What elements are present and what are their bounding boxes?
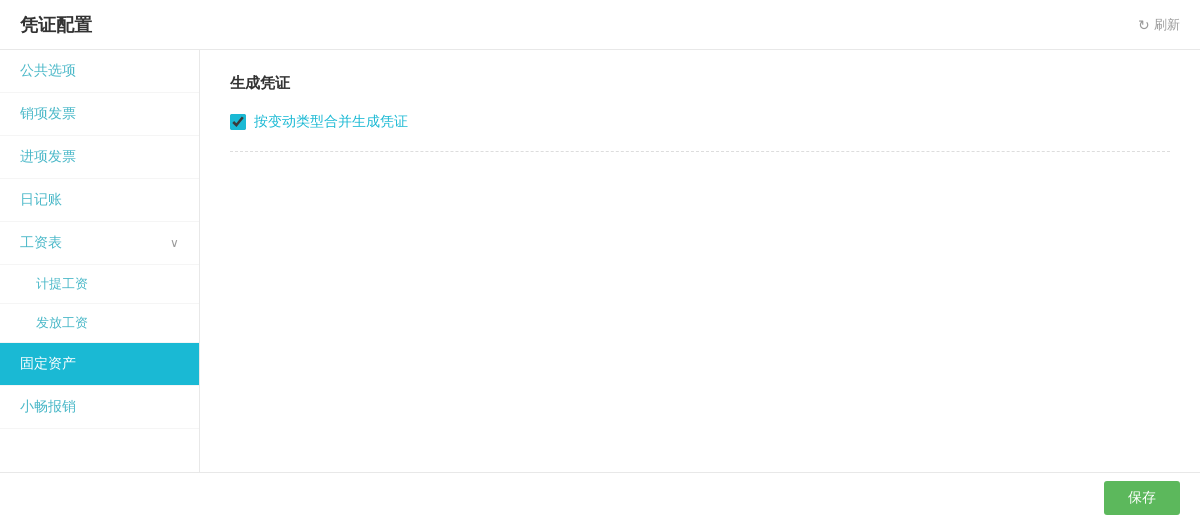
refresh-button[interactable]: ↻ 刷新: [1138, 16, 1180, 34]
sidebar-item-journal[interactable]: 日记账: [0, 179, 199, 222]
merge-by-type-label[interactable]: 按变动类型合并生成凭证: [254, 113, 408, 131]
page-header: 凭证配置 ↻ 刷新: [0, 0, 1200, 50]
sidebar-item-sales-invoice[interactable]: 销项发票: [0, 93, 199, 136]
sidebar: 公共选项销项发票进项发票日记账工资表 ∨ 计提工资发放工资固定资产小畅报销: [0, 50, 200, 472]
sidebar-sub-item-payroll-accrual[interactable]: 计提工资: [0, 265, 199, 304]
sidebar-item-label: 固定资产: [20, 355, 76, 373]
sidebar-item-label: 销项发票: [20, 105, 76, 123]
sidebar-item-label: 日记账: [20, 191, 62, 209]
bottom-bar: 保存: [0, 472, 1200, 522]
refresh-label: 刷新: [1154, 16, 1180, 34]
checkbox-row: 按变动类型合并生成凭证: [230, 113, 1170, 131]
page-title: 凭证配置: [20, 13, 92, 37]
sidebar-item-label: 小畅报销: [20, 398, 76, 416]
sidebar-item-expense-report[interactable]: 小畅报销: [0, 386, 199, 429]
sidebar-item-fixed-assets[interactable]: 固定资产: [0, 343, 199, 386]
refresh-icon: ↻: [1138, 17, 1150, 33]
merge-by-type-checkbox[interactable]: [230, 114, 246, 130]
section-title: 生成凭证: [230, 74, 1170, 93]
sidebar-item-label: 公共选项: [20, 62, 76, 80]
main-content: 公共选项销项发票进项发票日记账工资表 ∨ 计提工资发放工资固定资产小畅报销 生成凭证…: [0, 50, 1200, 472]
save-button[interactable]: 保存: [1104, 481, 1180, 515]
sidebar-item-label: 进项发票: [20, 148, 76, 166]
sidebar-item-label: 工资表: [20, 234, 62, 252]
sidebar-item-purchase-invoice[interactable]: 进项发票: [0, 136, 199, 179]
content-area: 生成凭证 按变动类型合并生成凭证: [200, 50, 1200, 472]
section-divider: [230, 151, 1170, 152]
sidebar-item-payroll[interactable]: 工资表 ∨: [0, 222, 199, 265]
sidebar-sub-item-payroll-distribute[interactable]: 发放工资: [0, 304, 199, 343]
chevron-down-icon: ∨: [170, 236, 179, 250]
sidebar-item-public-options[interactable]: 公共选项: [0, 50, 199, 93]
